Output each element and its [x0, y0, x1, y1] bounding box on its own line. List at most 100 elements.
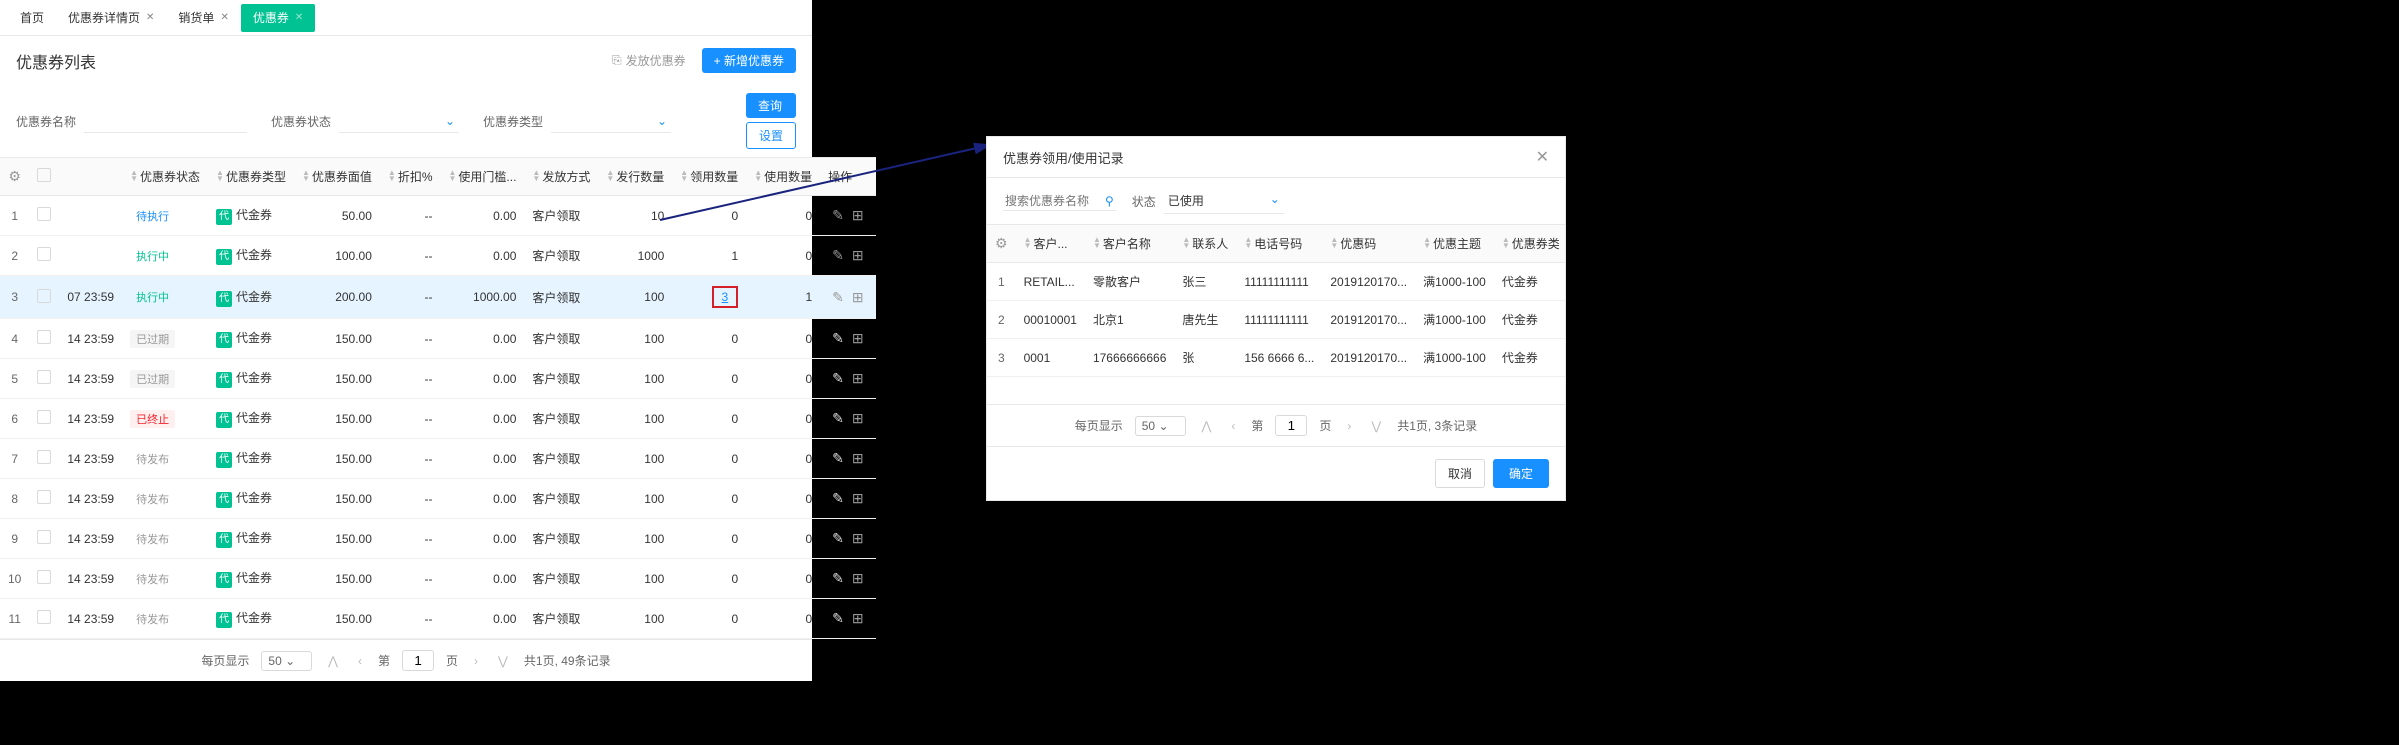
- tab[interactable]: 销货单✕: [166, 4, 240, 32]
- per-page-select[interactable]: 50 ⌄: [261, 651, 312, 671]
- column-header[interactable]: ▲▼优惠券类: [1494, 225, 1565, 263]
- column-header[interactable]: 操作: [820, 158, 875, 196]
- column-header[interactable]: ▲▼优惠券面值: [294, 158, 380, 196]
- per-page-label: 每页显示: [201, 652, 249, 669]
- qr-icon[interactable]: ⊞: [852, 330, 864, 346]
- gear-icon[interactable]: ⚙: [8, 168, 21, 184]
- distribute-coupon-button[interactable]: ⎘ 发放优惠券: [604, 48, 694, 73]
- page-title: 优惠券列表: [16, 49, 96, 73]
- prev-page-icon[interactable]: ‹: [354, 654, 366, 668]
- claimed-link[interactable]: 3: [722, 290, 729, 304]
- edit-icon[interactable]: ✎: [832, 247, 844, 263]
- column-header[interactable]: ▲▼使用数量: [746, 158, 820, 196]
- tab[interactable]: 优惠券✕: [241, 4, 315, 32]
- table-row[interactable]: 8 14 23:59 待发布 代代金券 150.00 -- 0.00 客户领取 …: [0, 479, 876, 519]
- modal-search[interactable]: ⚲: [1003, 192, 1116, 211]
- last-page-icon[interactable]: ⋁: [1367, 419, 1385, 433]
- column-header[interactable]: ▲▼发行数量: [598, 158, 672, 196]
- row-checkbox[interactable]: [37, 330, 51, 344]
- add-coupon-button[interactable]: + 新增优惠券: [702, 48, 796, 73]
- qr-icon[interactable]: ⊞: [852, 370, 864, 386]
- qr-icon[interactable]: ⊞: [852, 450, 864, 466]
- close-icon[interactable]: ✕: [220, 4, 228, 32]
- modal-status-select[interactable]: 已使用⌄: [1164, 188, 1284, 214]
- table-row[interactable]: 1RETAIL...零散客户张三111111111112019120170...…: [987, 263, 1565, 301]
- row-checkbox[interactable]: [37, 450, 51, 464]
- column-header[interactable]: ▲▼领用数量: [672, 158, 746, 196]
- filter-type-select[interactable]: ⌄: [551, 110, 671, 133]
- table-row[interactable]: 4 14 23:59 已过期 代代金券 150.00 -- 0.00 客户领取 …: [0, 319, 876, 359]
- modal-search-input[interactable]: [1005, 194, 1105, 208]
- close-icon[interactable]: ✕: [146, 4, 154, 32]
- first-page-icon[interactable]: ⋀: [1198, 419, 1216, 433]
- table-row[interactable]: 7 14 23:59 待发布 代代金券 150.00 -- 0.00 客户领取 …: [0, 439, 876, 479]
- edit-icon[interactable]: ✎: [832, 207, 844, 223]
- modal-page-input[interactable]: [1275, 415, 1307, 436]
- column-header[interactable]: ▲▼优惠码: [1322, 225, 1415, 263]
- confirm-button[interactable]: 确定: [1493, 459, 1549, 488]
- next-page-icon[interactable]: ›: [470, 654, 482, 668]
- status-badge: 待发布: [130, 490, 175, 508]
- settings-button[interactable]: 设置: [746, 122, 796, 149]
- table-row[interactable]: 10 14 23:59 待发布 代代金券 150.00 -- 0.00 客户领取…: [0, 559, 876, 599]
- modal-per-page-select[interactable]: 50 ⌄: [1135, 416, 1186, 436]
- table-row[interactable]: 2 执行中 代代金券 100.00 -- 0.00 客户领取 1000 1 0 …: [0, 236, 876, 276]
- close-icon[interactable]: ✕: [1536, 147, 1549, 167]
- column-header[interactable]: ▲▼优惠券类型: [208, 158, 294, 196]
- row-checkbox[interactable]: [37, 490, 51, 504]
- table-row[interactable]: 11 14 23:59 待发布 代代金券 150.00 -- 0.00 客户领取…: [0, 599, 876, 639]
- cancel-button[interactable]: 取消: [1435, 459, 1485, 488]
- column-header[interactable]: ▲▼电话号码: [1236, 225, 1322, 263]
- row-checkbox[interactable]: [37, 289, 51, 303]
- filter-name-input[interactable]: [84, 110, 247, 133]
- column-header[interactable]: ▲▼联系人: [1174, 225, 1236, 263]
- table-row[interactable]: 3 07 23:59 执行中 代代金券 200.00 -- 1000.00 客户…: [0, 276, 876, 319]
- tab[interactable]: 首页: [8, 4, 56, 32]
- tab[interactable]: 优惠券详情页✕: [56, 4, 166, 32]
- row-checkbox[interactable]: [37, 610, 51, 624]
- table-row[interactable]: 5 14 23:59 已过期 代代金券 150.00 -- 0.00 客户领取 …: [0, 359, 876, 399]
- page-input[interactable]: [402, 650, 434, 671]
- table-row[interactable]: 3000117666666666张156 6666 6...2019120170…: [987, 339, 1565, 377]
- column-header[interactable]: ▲▼优惠券状态: [122, 158, 208, 196]
- search-button[interactable]: 查询: [746, 93, 796, 118]
- column-header[interactable]: ▲▼折扣%: [380, 158, 441, 196]
- qr-icon[interactable]: ⊞: [852, 610, 864, 626]
- row-checkbox[interactable]: [37, 410, 51, 424]
- edit-icon[interactable]: ✎: [832, 289, 844, 305]
- type-badge-icon: 代: [216, 249, 232, 265]
- column-header[interactable]: ▲▼使用门槛...: [440, 158, 524, 196]
- coupon-table: ⚙ ▲▼优惠券状态▲▼优惠券类型▲▼优惠券面值▲▼折扣%▲▼使用门槛...▲▼发…: [0, 157, 876, 639]
- first-page-icon[interactable]: ⋀: [324, 654, 342, 668]
- qr-icon[interactable]: ⊞: [852, 289, 864, 305]
- table-row[interactable]: 9 14 23:59 待发布 代代金券 150.00 -- 0.00 客户领取 …: [0, 519, 876, 559]
- chevron-down-icon: ⌄: [657, 114, 667, 128]
- close-icon[interactable]: ✕: [295, 4, 303, 32]
- qr-icon[interactable]: ⊞: [852, 410, 864, 426]
- qr-icon[interactable]: ⊞: [852, 530, 864, 546]
- chevron-down-icon: ⌄: [445, 114, 455, 128]
- status-badge: 执行中: [130, 288, 175, 306]
- table-row[interactable]: 6 14 23:59 已终止 代代金券 150.00 -- 0.00 客户领取 …: [0, 399, 876, 439]
- last-page-icon[interactable]: ⋁: [494, 654, 512, 668]
- select-all-checkbox[interactable]: [37, 168, 51, 182]
- qr-icon[interactable]: ⊞: [852, 490, 864, 506]
- row-checkbox[interactable]: [37, 570, 51, 584]
- qr-icon[interactable]: ⊞: [852, 570, 864, 586]
- qr-icon[interactable]: ⊞: [852, 247, 864, 263]
- filter-status-select[interactable]: ⌄: [339, 110, 459, 133]
- gear-icon[interactable]: ⚙: [995, 235, 1008, 251]
- row-checkbox[interactable]: [37, 530, 51, 544]
- row-checkbox[interactable]: [37, 207, 51, 221]
- row-checkbox[interactable]: [37, 370, 51, 384]
- row-checkbox[interactable]: [37, 247, 51, 261]
- table-row[interactable]: 1 待执行 代代金券 50.00 -- 0.00 客户领取 10 0 0 ✎⊞: [0, 196, 876, 236]
- prev-page-icon[interactable]: ‹: [1227, 419, 1239, 433]
- column-header[interactable]: ▲▼客户名称: [1085, 225, 1174, 263]
- column-header[interactable]: ▲▼客户...: [1016, 225, 1085, 263]
- next-page-icon[interactable]: ›: [1343, 419, 1355, 433]
- qr-icon[interactable]: ⊞: [852, 207, 864, 223]
- column-header[interactable]: ▲▼优惠主题: [1415, 225, 1494, 263]
- column-header[interactable]: ▲▼发放方式: [524, 158, 598, 196]
- table-row[interactable]: 200010001北京1唐先生111111111112019120170...满…: [987, 301, 1565, 339]
